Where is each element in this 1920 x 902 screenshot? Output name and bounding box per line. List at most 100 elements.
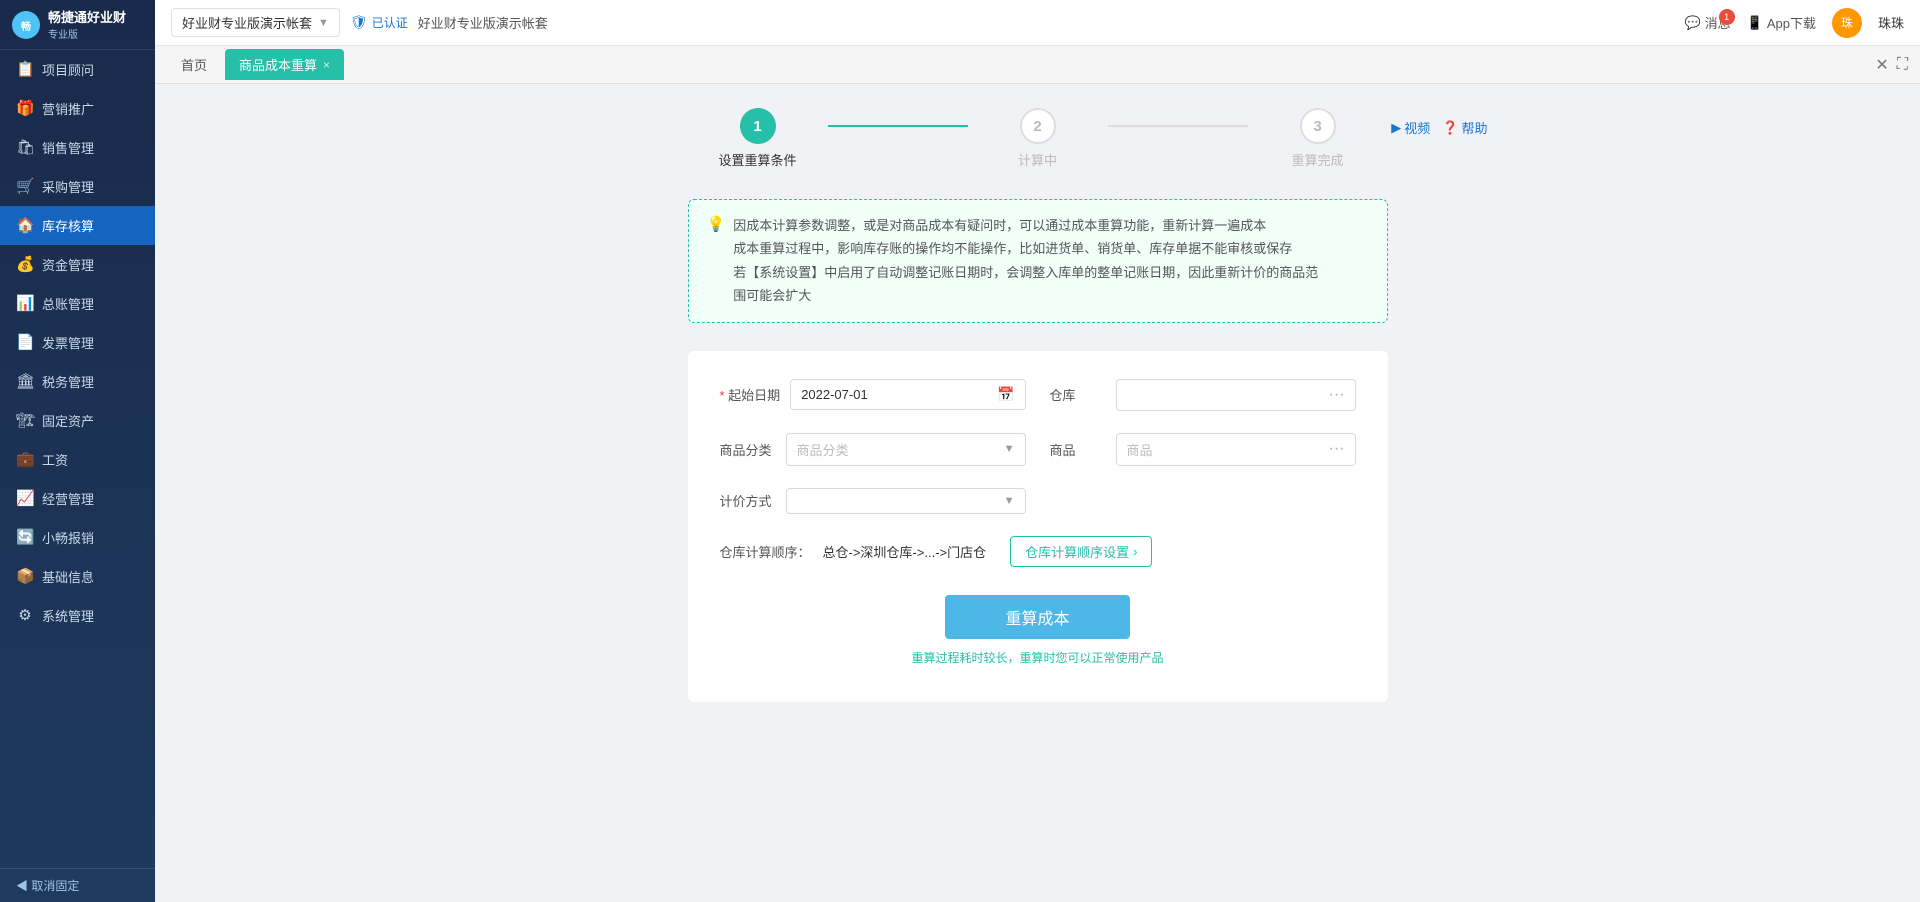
sidebar-item-accounting[interactable]: 📊 总账管理 — [0, 284, 155, 323]
step-line-1 — [828, 125, 968, 127]
assets-icon: 🏗 — [16, 411, 34, 429]
stepper: 1 设置重算条件 2 计算中 3 — [688, 108, 1388, 169]
step-2: 2 计算中 — [968, 108, 1108, 169]
step-1-label: 设置重算条件 — [718, 150, 796, 169]
basic-icon: 📦 — [16, 567, 34, 585]
info-box-text: 因成本计算参数调整，或是对商品成本有疑问时，可以通过成本重算功能，重新计算一遍成… — [733, 214, 1318, 308]
sidebar-unpin-button[interactable]: ◀ 取消固定 — [0, 868, 155, 902]
form-row-1: 起始日期 2022-07-01 📅 仓库 ··· — [720, 379, 1356, 411]
sidebar-item-inventory[interactable]: 🏠 库存核算 — [0, 206, 155, 245]
sidebar-item-label: 库存核算 — [42, 216, 94, 235]
sidebar-item-label: 基础信息 — [42, 567, 94, 586]
account-name: 好业财专业版演示帐套 — [182, 13, 312, 32]
recalc-note: 重算过程耗时较长，重算时您可以正常使用产品 — [720, 649, 1356, 666]
verified-text: 已认证 — [372, 14, 408, 31]
sidebar-item-salary[interactable]: 💼 工资 — [0, 440, 155, 479]
info-line-2: 成本重算过程中，影响库存账的操作均不能操作，比如进货单、销货单、库存单据不能审核… — [733, 237, 1318, 260]
product-more-icon[interactable]: ··· — [1329, 440, 1345, 458]
info-box: 💡 因成本计算参数调整，或是对商品成本有疑问时，可以通过成本重算功能，重新计算一… — [688, 199, 1388, 323]
invoice-icon: 📄 — [16, 333, 34, 351]
sidebar-item-label: 工资 — [42, 450, 68, 469]
sidebar-item-label: 销售管理 — [42, 138, 94, 157]
company-name: 好业财专业版演示帐套 — [418, 13, 548, 32]
close-window-icon[interactable]: ✕ — [1875, 55, 1888, 75]
sidebar-item-tax[interactable]: 🏛 税务管理 — [0, 362, 155, 401]
sidebar-item-operation[interactable]: 📈 经营管理 — [0, 479, 155, 518]
warehouse-order-value: 总仓->深圳仓库->...->门店仓 — [823, 542, 987, 561]
username: 珠珠 — [1878, 13, 1904, 32]
expand-icon[interactable]: ⛶ — [1897, 56, 1908, 74]
finance-icon: 💰 — [16, 255, 34, 273]
tax-icon: 🏛 — [16, 372, 34, 390]
form-group-warehouse: 仓库 ··· — [1050, 379, 1356, 411]
verified-badge: 🛡 已认证 — [350, 14, 408, 31]
message-button[interactable]: 💬 消息 1 — [1684, 13, 1730, 32]
product-input[interactable]: 商品 ··· — [1116, 433, 1356, 466]
calendar-icon[interactable]: 📅 — [997, 386, 1014, 403]
recalc-button[interactable]: 重算成本 — [945, 595, 1129, 639]
start-date-input[interactable]: 2022-07-01 📅 — [790, 379, 1025, 410]
warehouse-order-settings-button[interactable]: 仓库计算顺序设置 › — [1010, 536, 1152, 567]
recalc-btn-label: 重算成本 — [1005, 611, 1069, 628]
tab-cost-recalc-label: 商品成本重算 — [239, 55, 317, 74]
step-3-label: 重算完成 — [1291, 150, 1343, 169]
app-download-button[interactable]: 📱 App下载 — [1747, 13, 1816, 32]
sidebar-item-label: 税务管理 — [42, 372, 94, 391]
main-area: 好业财专业版演示帐套 ▼ 🛡 已认证 好业财专业版演示帐套 💬 消息 1 📱 A… — [155, 0, 1920, 902]
video-link[interactable]: ▶ 视频 — [1391, 118, 1430, 137]
avatar[interactable]: 珠 — [1832, 8, 1862, 38]
sidebar-item-label: 固定资产 — [42, 411, 94, 430]
category-dropdown-icon: ▼ — [1004, 443, 1015, 455]
category-placeholder: 商品分类 — [797, 440, 849, 459]
account-dropdown-icon: ▼ — [318, 17, 329, 29]
info-line-4: 围可能会扩大 — [733, 284, 1318, 307]
sidebar-item-sales[interactable]: 🛍 销售管理 — [0, 128, 155, 167]
help-link[interactable]: ❓ 帮助 — [1442, 118, 1487, 137]
chevron-right-icon: › — [1133, 544, 1137, 559]
tab-close-icon[interactable]: × — [323, 58, 330, 72]
logo-title: 畅捷通好业财 — [48, 10, 126, 26]
step-3: 3 重算完成 — [1248, 108, 1388, 169]
sidebar-item-expense[interactable]: 🔄 小畅报销 — [0, 518, 155, 557]
step-2-label: 计算中 — [1018, 150, 1057, 169]
sidebar-logo: 畅 畅捷通好业财 专业版 — [0, 0, 155, 50]
warehouse-order-label: 仓库计算顺序： — [720, 542, 811, 561]
purchase-icon: 🛒 — [16, 177, 34, 195]
category-label: 商品分类 — [720, 440, 776, 459]
system-icon: ⚙ — [16, 606, 34, 624]
sidebar-item-invoice[interactable]: 📄 发票管理 — [0, 323, 155, 362]
account-selector[interactable]: 好业财专业版演示帐套 ▼ — [171, 8, 340, 37]
sidebar-item-label: 资金管理 — [42, 255, 94, 274]
project-icon: 📋 — [16, 60, 34, 78]
form-group-product: 商品 商品 ··· — [1050, 433, 1356, 466]
tab-right-icons: ✕ ⛶ — [1875, 55, 1908, 75]
info-icon: 💡 — [707, 215, 726, 233]
pricing-select[interactable]: ▼ — [786, 488, 1026, 514]
warehouse-order-row: 仓库计算顺序： 总仓->深圳仓库->...->门店仓 仓库计算顺序设置 › — [720, 536, 1356, 567]
category-select[interactable]: 商品分类 ▼ — [786, 433, 1026, 466]
form-group-pricing: 计价方式 ▼ — [720, 488, 1026, 514]
sidebar-item-label: 总账管理 — [42, 294, 94, 313]
sidebar-item-finance[interactable]: 💰 资金管理 — [0, 245, 155, 284]
tab-home[interactable]: 首页 — [167, 49, 221, 80]
sidebar-item-marketing[interactable]: 🎁 营销推广 — [0, 89, 155, 128]
step-line-2 — [1108, 125, 1248, 127]
sales-icon: 🛍 — [16, 138, 34, 156]
form-area: 起始日期 2022-07-01 📅 仓库 ··· 商品分类 — [688, 351, 1388, 702]
info-line-3: 若【系统设置】中启用了自动调整记账日期时，会调整入库单的整单记账日期，因此重新计… — [733, 261, 1318, 284]
sidebar-item-purchase[interactable]: 🛒 采购管理 — [0, 167, 155, 206]
warehouse-input[interactable]: ··· — [1116, 379, 1356, 411]
sidebar-item-assets[interactable]: 🏗 固定资产 — [0, 401, 155, 440]
sidebar-item-project[interactable]: 📋 项目顾问 — [0, 50, 155, 89]
tab-cost-recalc[interactable]: 商品成本重算 × — [225, 49, 344, 80]
marketing-icon: 🎁 — [16, 99, 34, 117]
form-group-category: 商品分类 商品分类 ▼ — [720, 433, 1026, 466]
step-1: 1 设置重算条件 — [688, 108, 828, 169]
warehouse-more-icon[interactable]: ··· — [1329, 386, 1345, 404]
sidebar-item-system[interactable]: ⚙ 系统管理 — [0, 596, 155, 635]
sidebar-item-basic[interactable]: 📦 基础信息 — [0, 557, 155, 596]
tab-home-label: 首页 — [181, 58, 207, 73]
pricing-dropdown-icon: ▼ — [1004, 495, 1015, 507]
sidebar: 畅 畅捷通好业财 专业版 📋 项目顾问 🎁 营销推广 🛍 销售管理 🛒 采购管理… — [0, 0, 155, 902]
sidebar-item-label: 采购管理 — [42, 177, 94, 196]
